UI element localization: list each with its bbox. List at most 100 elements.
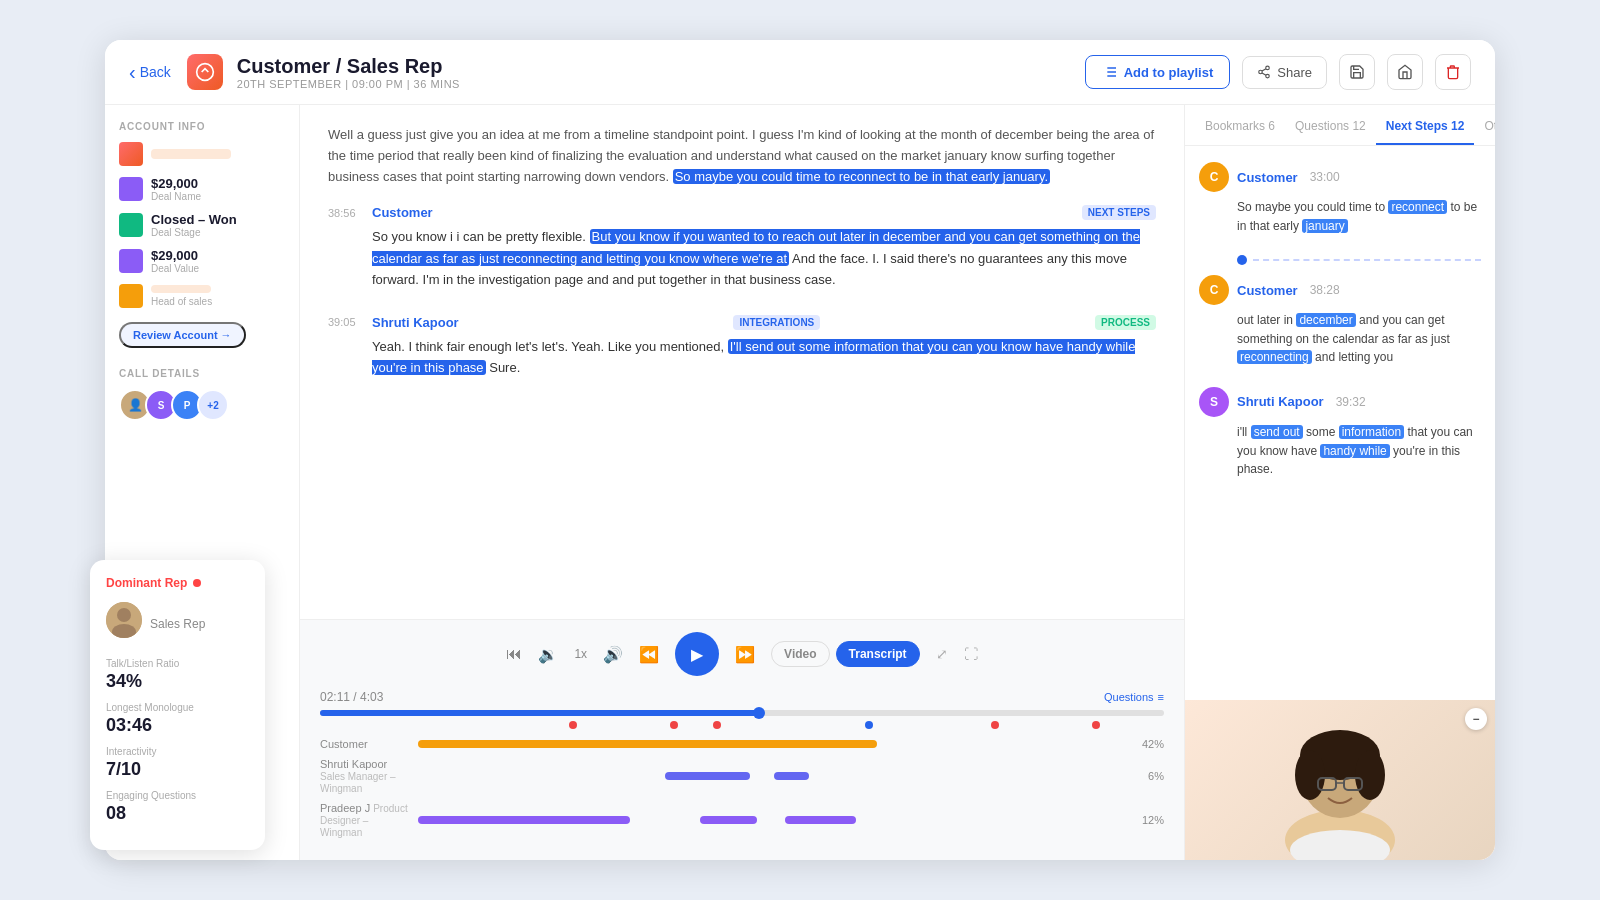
right-panel: Bookmarks 6 Questions 12 Next Steps 12 O…	[1185, 105, 1495, 860]
svg-point-22	[117, 608, 131, 622]
svg-line-11	[1262, 69, 1266, 71]
tab-bookmarks[interactable]: Bookmarks 6	[1195, 105, 1285, 145]
pradeep-pct: 12%	[1132, 814, 1164, 826]
transcript-block-1: 38:56 Customer NEXT STEPS So you know i …	[328, 205, 1156, 290]
skip-back-start-button[interactable]: ⏮	[506, 645, 522, 663]
stats-avatar-row: Sales Rep	[106, 602, 249, 646]
dominant-rep-label: Dominant Rep	[106, 576, 187, 590]
speed-up-button[interactable]: 🔊	[603, 645, 623, 664]
timestamp-1: 38:56	[328, 207, 364, 219]
svg-point-7	[1266, 66, 1270, 70]
sales-rep-avatar-icon	[106, 602, 142, 638]
highlight-block2: I'll send out some information that you …	[372, 339, 1135, 375]
svg-point-8	[1259, 70, 1263, 74]
pradeep-bar-fill3	[785, 816, 856, 824]
comment-block-2: C Customer 38:28 out later in december a…	[1199, 275, 1481, 367]
head-label: Head of sales	[151, 296, 212, 307]
player-controls: ⏮ 🔉 1x 🔊 ⏪ ▶ ⏩ Video Transcript ⤢ ⛶	[300, 620, 1184, 684]
current-time: 02:11 / 4:03	[320, 690, 383, 704]
stats-role: Sales Rep	[150, 617, 205, 631]
head-icon	[119, 284, 143, 308]
account-section-label: ACCOUNT INFO	[119, 121, 285, 132]
highlight-reconnecting: reconnecting	[1237, 350, 1312, 364]
transcript-block-2: 39:05 Shruti Kapoor INTEGRATIONS PROCESS…	[328, 315, 1156, 379]
comment-header-3: S Shruti Kapoor 39:32	[1199, 387, 1481, 417]
tag-integrations: INTEGRATIONS	[733, 315, 820, 330]
delete-icon-button[interactable]	[1435, 54, 1471, 90]
shruti-bar-fill	[665, 772, 750, 780]
comment-avatar-3: S	[1199, 387, 1229, 417]
highlight-reconnect: So maybe you could time to reconnect to …	[673, 169, 1050, 184]
transcript-area: Well a guess just give you an idea at me…	[300, 105, 1185, 860]
svg-point-0	[196, 64, 213, 81]
timeline-top: 02:11 / 4:03 Questions ≡	[320, 690, 1164, 704]
customer-pct: 42%	[1132, 738, 1164, 750]
fast-forward-button[interactable]: ⏩	[735, 645, 755, 664]
head-name-placeholder	[151, 285, 211, 293]
dot-marker-2	[670, 721, 678, 729]
transcript-text-1: So you know i i can be pretty flexible. …	[328, 226, 1156, 290]
engaging-questions-value: 08	[106, 803, 249, 824]
account-logo-item	[119, 142, 285, 166]
highlight-block1: But you know if you wanted to to reach o…	[372, 229, 1140, 265]
add-to-playlist-button[interactable]: Add to playlist	[1085, 55, 1231, 89]
call-details-section: CALL DETAILS 👤 S P +2	[119, 368, 285, 421]
dot-marker-1	[569, 721, 577, 729]
deal-value2-item: $29,000 Deal Value	[119, 248, 285, 274]
engaging-questions-label: Engaging Questions	[106, 790, 249, 801]
tab-others[interactable]: Others 12	[1474, 105, 1495, 145]
talk-listen-row: Talk/Listen Ratio 34%	[106, 658, 249, 692]
deal-value2-icon	[119, 249, 143, 273]
review-label: Review Account →	[133, 329, 232, 341]
dot-marker-4	[865, 721, 873, 729]
page-subtitle: 20TH SEPTEMBER | 09:00 PM | 36 MINS	[237, 78, 460, 90]
app-logo	[187, 54, 223, 90]
home-icon-button[interactable]	[1387, 54, 1423, 90]
speaker-bar-shruti	[418, 772, 1124, 780]
transcript-toggle-button[interactable]: Transcript	[836, 641, 920, 667]
interactivity-row: Interactivity 7/10	[106, 746, 249, 780]
back-button[interactable]: Back	[129, 61, 171, 84]
fullscreen-button[interactable]: ⛶	[964, 646, 978, 662]
transcript-block-header-2: 39:05 Shruti Kapoor INTEGRATIONS PROCESS	[328, 315, 1156, 330]
deal-value-item: $29,000 Deal Name	[119, 176, 285, 202]
header-title-block: Customer / Sales Rep 20TH SEPTEMBER | 09…	[237, 55, 460, 90]
engaging-questions-row: Engaging Questions 08	[106, 790, 249, 824]
speaker-pradeep-label: Pradeep J Product Designer – Wingman	[320, 802, 410, 838]
comment-text-1: So maybe you could time to reconnect to …	[1199, 198, 1481, 235]
app-header: Back Customer / Sales Rep 20TH SEPTEMBER…	[105, 40, 1495, 105]
comment-block-3: S Shruti Kapoor 39:32 i'll send out some…	[1199, 387, 1481, 479]
review-account-button[interactable]: Review Account →	[119, 322, 246, 348]
speed-down-button[interactable]: 🔉	[538, 645, 558, 664]
svg-point-16	[1355, 750, 1385, 800]
comment-avatar-1: C	[1199, 162, 1229, 192]
tab-questions[interactable]: Questions 12	[1285, 105, 1376, 145]
save-icon-button[interactable]	[1339, 54, 1375, 90]
timeline-dots	[320, 720, 1164, 730]
deal-stage-icon	[119, 213, 143, 237]
tab-next-steps[interactable]: Next Steps 12	[1376, 105, 1475, 145]
comment-time-3: 39:32	[1336, 395, 1366, 409]
speaker-1: Customer	[372, 205, 433, 220]
expand-button[interactable]: ⤢	[936, 646, 948, 662]
comment-speaker-2: Customer	[1237, 283, 1298, 298]
progress-bar[interactable]	[320, 710, 1164, 716]
minimize-video-button[interactable]: −	[1465, 708, 1487, 730]
comment-header-1: C Customer 33:00	[1199, 162, 1481, 192]
play-pause-button[interactable]: ▶	[675, 632, 719, 676]
tag-process: PROCESS	[1095, 315, 1156, 330]
video-toggle-button[interactable]: Video	[771, 641, 829, 667]
progress-thumb[interactable]	[753, 707, 765, 719]
comment-time-2: 38:28	[1310, 283, 1340, 297]
pradeep-bar-fill	[418, 816, 630, 824]
rewind-button[interactable]: ⏪	[639, 645, 659, 664]
comment-header-2: C Customer 38:28	[1199, 275, 1481, 305]
account-logo-icon	[119, 142, 143, 166]
share-button[interactable]: Share	[1242, 56, 1327, 89]
speaker-row-shruti: Shruti Kapoor Sales Manager – Wingman 6%	[320, 758, 1164, 794]
right-tabs: Bookmarks 6 Questions 12 Next Steps 12 O…	[1185, 105, 1495, 146]
deal-icon	[119, 177, 143, 201]
connection-dashed-line	[1253, 259, 1481, 261]
share-label: Share	[1277, 65, 1312, 80]
deal-stage: Closed – Won	[151, 212, 237, 227]
